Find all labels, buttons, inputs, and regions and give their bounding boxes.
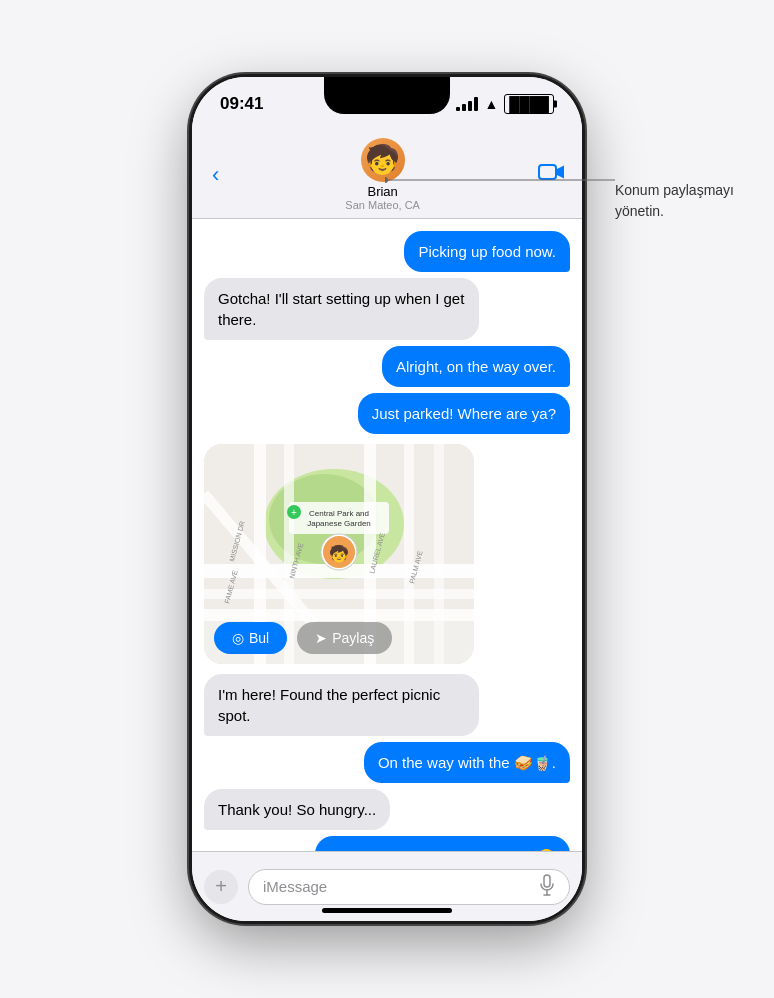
input-placeholder: iMessage [263,878,327,895]
message-bubble: Picking up food now. [404,231,570,272]
message-row: On the way with the 🥪🧋. [204,742,570,783]
status-time: 09:41 [220,94,263,114]
message-row: Alright, on the way over. [204,346,570,387]
message-bubble: On the way with the 🥪🧋. [364,742,570,783]
notch [324,77,450,114]
svg-rect-5 [204,589,474,599]
svg-text:Japanese Garden: Japanese Garden [307,519,371,528]
add-button[interactable]: + [204,870,238,904]
message-row: I'm here! Found the perfect picnic spot. [204,674,570,736]
map-view[interactable]: Central Park and Japanese Garden + MISSI… [204,444,474,664]
chat-area: Picking up food now. Gotcha! I'll start … [192,219,582,851]
message-input[interactable]: iMessage [248,869,570,905]
message-row: Gotcha! I'll start setting up when I get… [204,278,570,340]
message-row: Thank you! So hungry... [204,789,570,830]
svg-point-30 [385,177,388,183]
back-button[interactable]: ‹ [204,154,227,196]
message-bubble: Gotcha! I'll start setting up when I get… [204,278,479,340]
map-message-row[interactable]: Central Park and Japanese Garden + MISSI… [204,440,570,668]
message-bubble: Just parked! Where are ya? [358,393,570,434]
svg-text:Central Park and: Central Park and [309,509,369,518]
status-icons: ▲ ████ [456,94,554,114]
message-bubble: I'm here! Found the perfect picnic spot. [204,674,479,736]
share-icon: ➤ [315,630,327,646]
wifi-icon: ▲ [484,96,498,112]
status-bar: 09:41 ▲ ████ [192,77,582,131]
message-row: Just parked! Where are ya? [204,393,570,434]
map-buttons: ◎ Bul ➤ Paylaş [204,612,474,664]
svg-rect-13 [289,502,389,534]
message-bubble: Me too, haha. See you shortly! 😎 [315,836,570,851]
map-bubble[interactable]: Central Park and Japanese Garden + MISSI… [204,444,474,664]
message-row: Picking up food now. [204,231,570,272]
add-icon: + [215,875,227,898]
mic-icon[interactable] [539,874,555,899]
svg-text:🧒: 🧒 [329,544,349,563]
svg-rect-26 [544,875,550,887]
find-icon: ◎ [232,630,244,646]
share-button[interactable]: ➤ Paylaş [297,622,392,654]
callout-text: Konum paylaşmayıyönetin. [615,180,734,222]
message-row: Me too, haha. See you shortly! 😎 [204,836,570,851]
message-bubble: Thank you! So hungry... [204,789,390,830]
battery-icon: ████ [504,94,554,114]
svg-text:+: + [291,507,297,518]
callout-annotation: Konum paylaşmayıyönetin. [615,180,734,222]
signal-icon [456,97,478,111]
message-bubble: Alright, on the way over. [382,346,570,387]
home-indicator [322,908,452,913]
find-button[interactable]: ◎ Bul [214,622,287,654]
